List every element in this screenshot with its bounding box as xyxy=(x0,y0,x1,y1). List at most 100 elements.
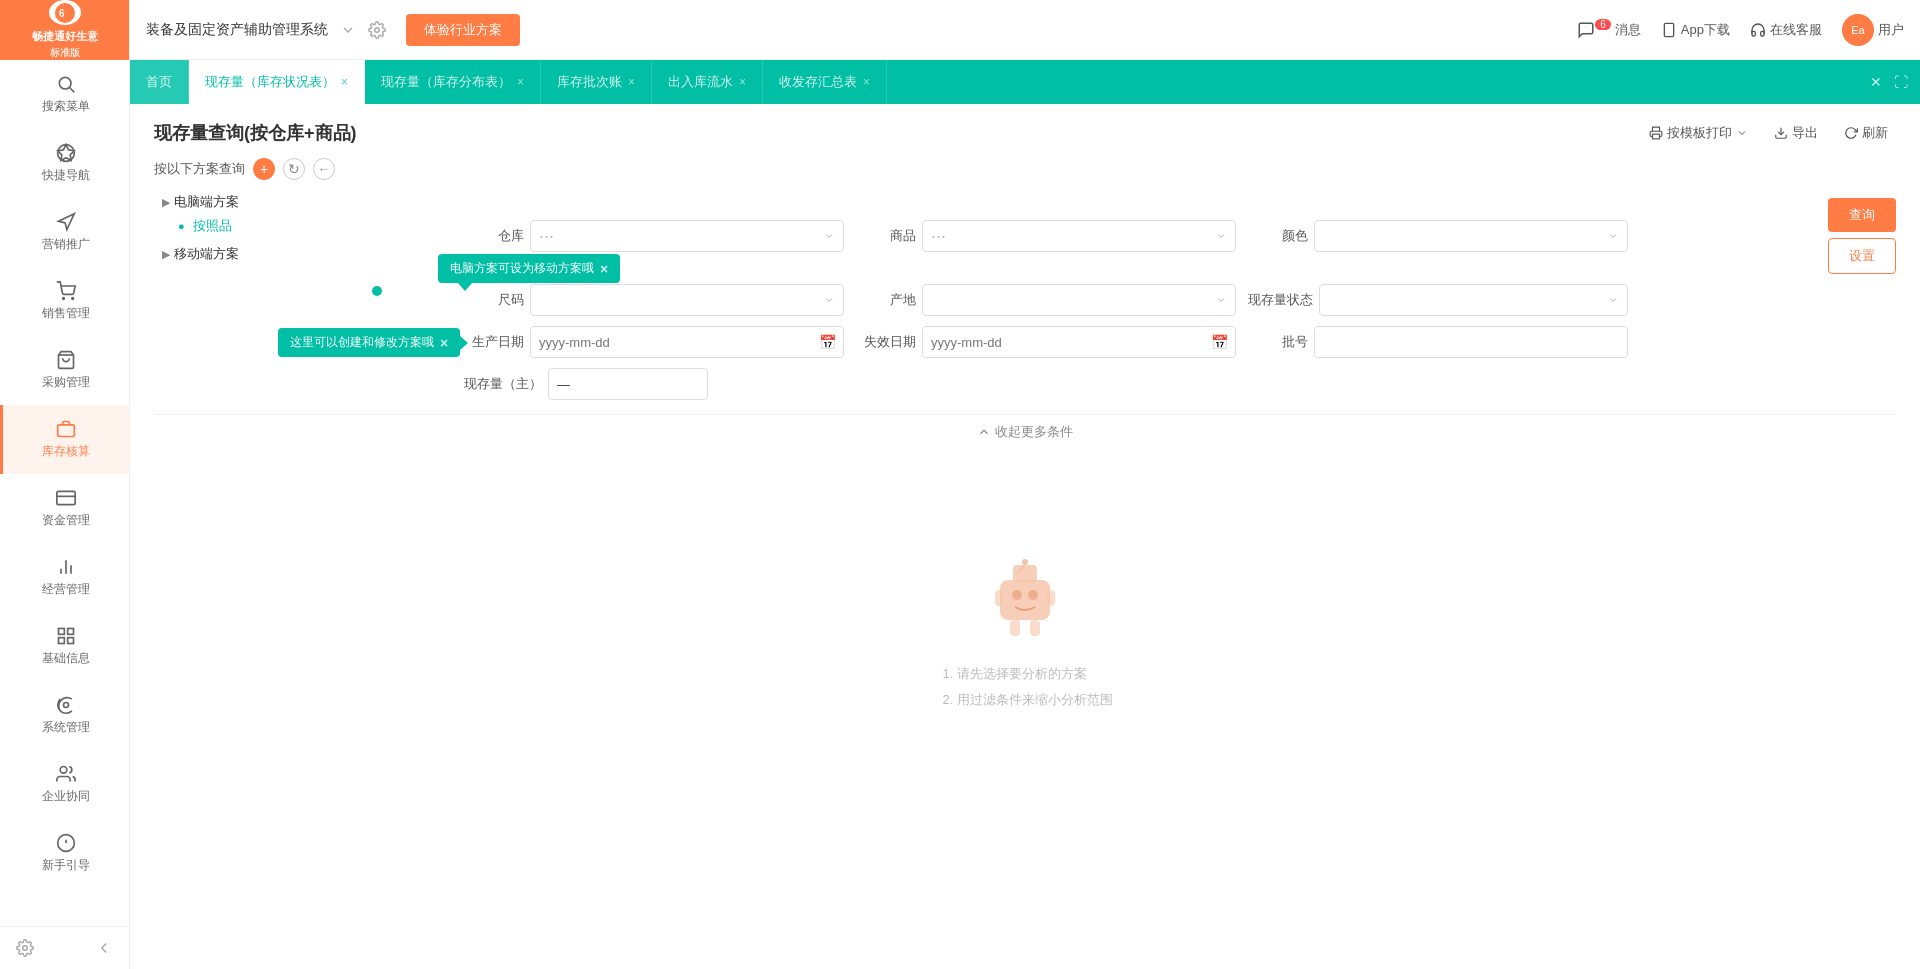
svg-rect-31 xyxy=(1013,565,1037,583)
color-select[interactable] xyxy=(1314,220,1628,252)
app-download-label: App下载 xyxy=(1681,21,1730,39)
filter-batch: 批号 xyxy=(1248,326,1628,358)
svg-point-2 xyxy=(59,77,71,89)
sidebar-item-purchase[interactable]: 采购管理 xyxy=(0,336,129,405)
print-btn[interactable]: 按模板打印 xyxy=(1641,120,1756,146)
scheme-item-pc1[interactable]: ● 按照品 xyxy=(178,214,464,238)
batch-input[interactable] xyxy=(1314,326,1628,358)
size-select[interactable] xyxy=(530,284,844,316)
export-btn[interactable]: 导出 xyxy=(1766,120,1826,146)
arrow-icon: ▶ xyxy=(162,248,170,261)
sidebar-item-base[interactable]: 基础信息 xyxy=(0,612,129,681)
svg-rect-30 xyxy=(1000,580,1050,620)
sidebar-item-marketing[interactable]: 营销推广 xyxy=(0,198,129,267)
online-support-item[interactable]: 在线客服 xyxy=(1750,21,1822,39)
tab-home[interactable]: 首页 xyxy=(130,60,189,104)
tab-recv-summary-close[interactable]: × xyxy=(863,75,870,89)
logo-text: 畅捷通好生意 xyxy=(32,29,98,44)
query-btn[interactable]: 查询 xyxy=(1828,198,1896,232)
filter-expire-date: 失效日期 📅 xyxy=(856,326,1236,358)
logo-icon: 6 xyxy=(49,0,81,25)
stock-main-input[interactable] xyxy=(548,368,708,400)
tab-spacer xyxy=(887,60,1858,104)
refresh-scheme-btn[interactable]: ↻ xyxy=(283,158,305,180)
tab-stock-status-close[interactable]: × xyxy=(341,75,348,89)
sidebar-item-finance[interactable]: 资金管理 xyxy=(0,474,129,543)
sidebar-item-nav[interactable]: 快捷导航 xyxy=(0,129,129,198)
tab-close-all-icon[interactable]: ✕ xyxy=(1870,74,1882,90)
collapse-bar[interactable]: 收起更多条件 xyxy=(154,414,1896,449)
expire-date-label: 失效日期 xyxy=(856,333,916,351)
scheme-group-pc[interactable]: ▶ 电脑端方案 xyxy=(162,190,464,214)
tab-stock-status[interactable]: 现存量（库存状况表） × xyxy=(189,60,365,104)
tab-recv-summary[interactable]: 收发存汇总表 × xyxy=(763,60,887,104)
sidebar-item-stock[interactable]: 库存核算 xyxy=(0,405,129,474)
sidebar-item-search[interactable]: 搜索菜单 xyxy=(0,60,129,129)
tab-inout-flow-close[interactable]: × xyxy=(739,75,746,89)
svg-point-7 xyxy=(72,298,74,300)
scheme-group-pc-label: 电脑端方案 xyxy=(174,193,239,211)
logo-sub: 标准版 xyxy=(50,46,80,60)
connector-dot xyxy=(372,286,382,296)
tab-batch-ledger-close[interactable]: × xyxy=(628,75,635,89)
page-header: 现存量查询(按仓库+商品) 按模板打印 导出 刷新 xyxy=(130,104,1920,146)
sidebar-item-guide[interactable]: 新手引导 xyxy=(0,819,129,888)
filter-header: 按以下方案查询 + ↻ ← xyxy=(154,158,464,180)
stock-status-dropdown-icon xyxy=(1607,294,1619,306)
scheme-tooltip-close[interactable]: × xyxy=(600,261,608,277)
goods-dots: ··· xyxy=(931,226,946,247)
refresh-btn[interactable]: 刷新 xyxy=(1836,120,1896,146)
edit-scheme-tooltip-close[interactable]: × xyxy=(440,335,448,351)
chevron-up-icon xyxy=(977,425,991,439)
sidebar-item-sales[interactable]: 销售管理 xyxy=(0,267,129,336)
arrow-icon: ▶ xyxy=(162,196,170,209)
export-label: 导出 xyxy=(1792,124,1818,142)
settings-bottom-icon[interactable] xyxy=(16,939,34,957)
back-scheme-btn[interactable]: ← xyxy=(313,158,335,180)
settings-icon[interactable] xyxy=(368,21,386,39)
tab-fullscreen-icon[interactable]: ⛶ xyxy=(1894,74,1908,90)
tab-stock-dist-close[interactable]: × xyxy=(517,75,524,89)
prod-date-input[interactable] xyxy=(530,326,844,358)
add-scheme-btn[interactable]: + xyxy=(253,158,275,180)
filter-origin: 产地 xyxy=(856,284,1236,316)
message-label: 消息 xyxy=(1615,21,1641,39)
sidebar-item-label: 经营管理 xyxy=(42,581,90,598)
tab-batch-ledger[interactable]: 库存批次账 × xyxy=(541,60,652,104)
origin-select[interactable] xyxy=(922,284,1236,316)
app-download-item[interactable]: App下载 xyxy=(1661,21,1730,39)
stock-status-select[interactable] xyxy=(1319,284,1628,316)
user-item[interactable]: Ea 用户 xyxy=(1842,14,1904,46)
sidebar-item-label: 快捷导航 xyxy=(42,167,90,184)
scheme-item-label: 按照品 xyxy=(193,217,232,235)
expire-date-input[interactable] xyxy=(922,326,1236,358)
goods-select[interactable]: ··· xyxy=(922,220,1236,252)
sidebar-item-label: 基础信息 xyxy=(42,650,90,667)
avatar: Ea xyxy=(1842,14,1874,46)
goods-label: 商品 xyxy=(856,227,916,245)
trial-btn[interactable]: 体验行业方案 xyxy=(406,14,520,46)
sidebar-item-label: 营销推广 xyxy=(42,236,90,253)
warehouse-select[interactable]: ··· xyxy=(530,220,844,252)
tab-window-btns: ✕ ⛶ xyxy=(1858,60,1920,104)
sidebar-item-ops[interactable]: 经营管理 xyxy=(0,543,129,612)
setting-btn[interactable]: 设置 xyxy=(1828,238,1896,274)
page-title: 现存量查询(按仓库+商品) xyxy=(154,121,357,145)
scheme-pc-items: ● 按照品 xyxy=(162,214,464,238)
filter-row-3: 生产日期 📅 失效日期 📅 xyxy=(464,326,1896,358)
sidebar-item-label: 搜索菜单 xyxy=(42,98,90,115)
svg-point-6 xyxy=(63,298,65,300)
message-item[interactable]: 6 消息 xyxy=(1577,21,1641,39)
system-dropdown-icon[interactable] xyxy=(340,22,356,38)
scheme-group-mobile[interactable]: ▶ 移动端方案 xyxy=(162,242,464,266)
tab-stock-dist[interactable]: 现存量（库存分布表） × xyxy=(365,60,541,104)
prod-date-wrap: 📅 xyxy=(530,326,844,358)
svg-rect-15 xyxy=(59,629,65,635)
sidebar-item-system[interactable]: 系统管理 xyxy=(0,681,129,750)
export-icon xyxy=(1774,126,1788,140)
sidebar-item-enterprise[interactable]: 企业协同 xyxy=(0,750,129,819)
tab-inout-flow[interactable]: 出入库流水 × xyxy=(652,60,763,104)
expire-date-wrap: 📅 xyxy=(922,326,1236,358)
edit-scheme-tooltip: 这里可以创建和修改方案哦 × xyxy=(278,328,460,357)
collapse-sidebar-icon[interactable] xyxy=(95,939,113,957)
